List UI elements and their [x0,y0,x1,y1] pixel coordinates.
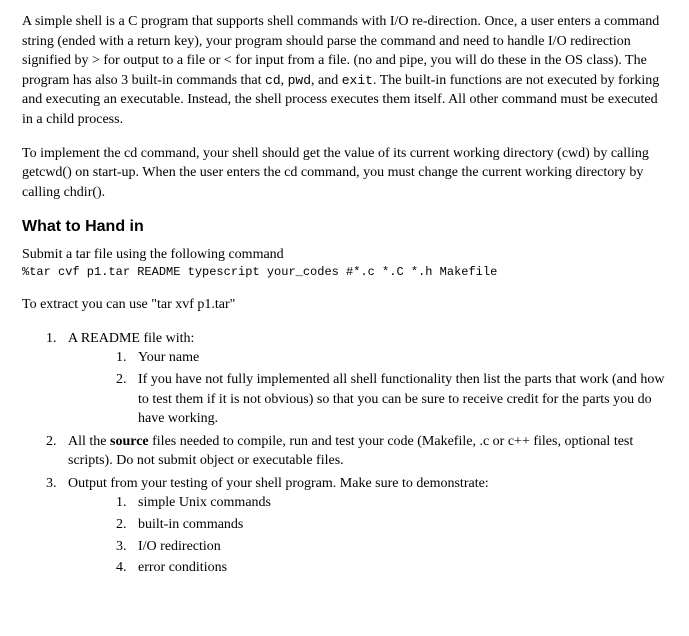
extract-instruction: To extract you can use "tar xvf p1.tar" [22,295,667,315]
list-item: 1. Your name [138,348,667,368]
intro-paragraph-1: A simple shell is a C program that suppo… [22,12,667,130]
sub-list: 1. Your name 2. If you have not fully im… [68,348,667,428]
list-number: 2. [116,515,127,535]
intro-paragraph-2: To implement the cd command, your shell … [22,144,667,203]
list-text: All the source files needed to compile, … [68,434,633,469]
list-number: 1. [116,493,127,513]
sub-list: 1. simple Unix commands 2. built-in comm… [68,493,667,577]
list-text: A README file with: [68,331,194,346]
code-pwd: pwd [288,73,311,88]
list-item: 1. simple Unix commands [138,493,667,513]
list-number: 2. [116,370,127,390]
list-item: 2. All the source files needed to compil… [68,432,667,471]
list-number: 1. [116,348,127,368]
list-number: 2. [46,432,57,452]
code-cd: cd [265,73,281,88]
list-item: 2. built-in commands [138,515,667,535]
list-text: Output from your testing of your shell p… [68,476,489,491]
list-number: 1. [46,329,57,349]
text: , and [311,73,342,88]
list-text: built-in commands [138,517,243,532]
tar-command: %tar cvf p1.tar README typescript your_c… [22,264,667,281]
section-heading: What to Hand in [22,216,667,238]
list-item: 3. I/O redirection [138,537,667,557]
list-text: error conditions [138,560,227,575]
list-text: I/O redirection [138,539,221,554]
list-item: 2. If you have not fully implemented all… [138,370,667,429]
submission-list: 1. A README file with: 1. Your name 2. I… [22,329,667,578]
list-number: 3. [46,474,57,494]
list-text: If you have not fully implemented all sh… [138,372,664,426]
list-item: 3. Output from your testing of your shel… [68,474,667,578]
submit-intro: Submit a tar file using the following co… [22,245,667,265]
list-number: 3. [116,537,127,557]
text: , [281,73,288,88]
bold-text: source [110,434,149,449]
list-text: simple Unix commands [138,495,271,510]
list-text: Your name [138,350,199,365]
list-number: 4. [116,558,127,578]
list-item: 4. error conditions [138,558,667,578]
list-item: 1. A README file with: 1. Your name 2. I… [68,329,667,429]
code-exit: exit [342,73,373,88]
